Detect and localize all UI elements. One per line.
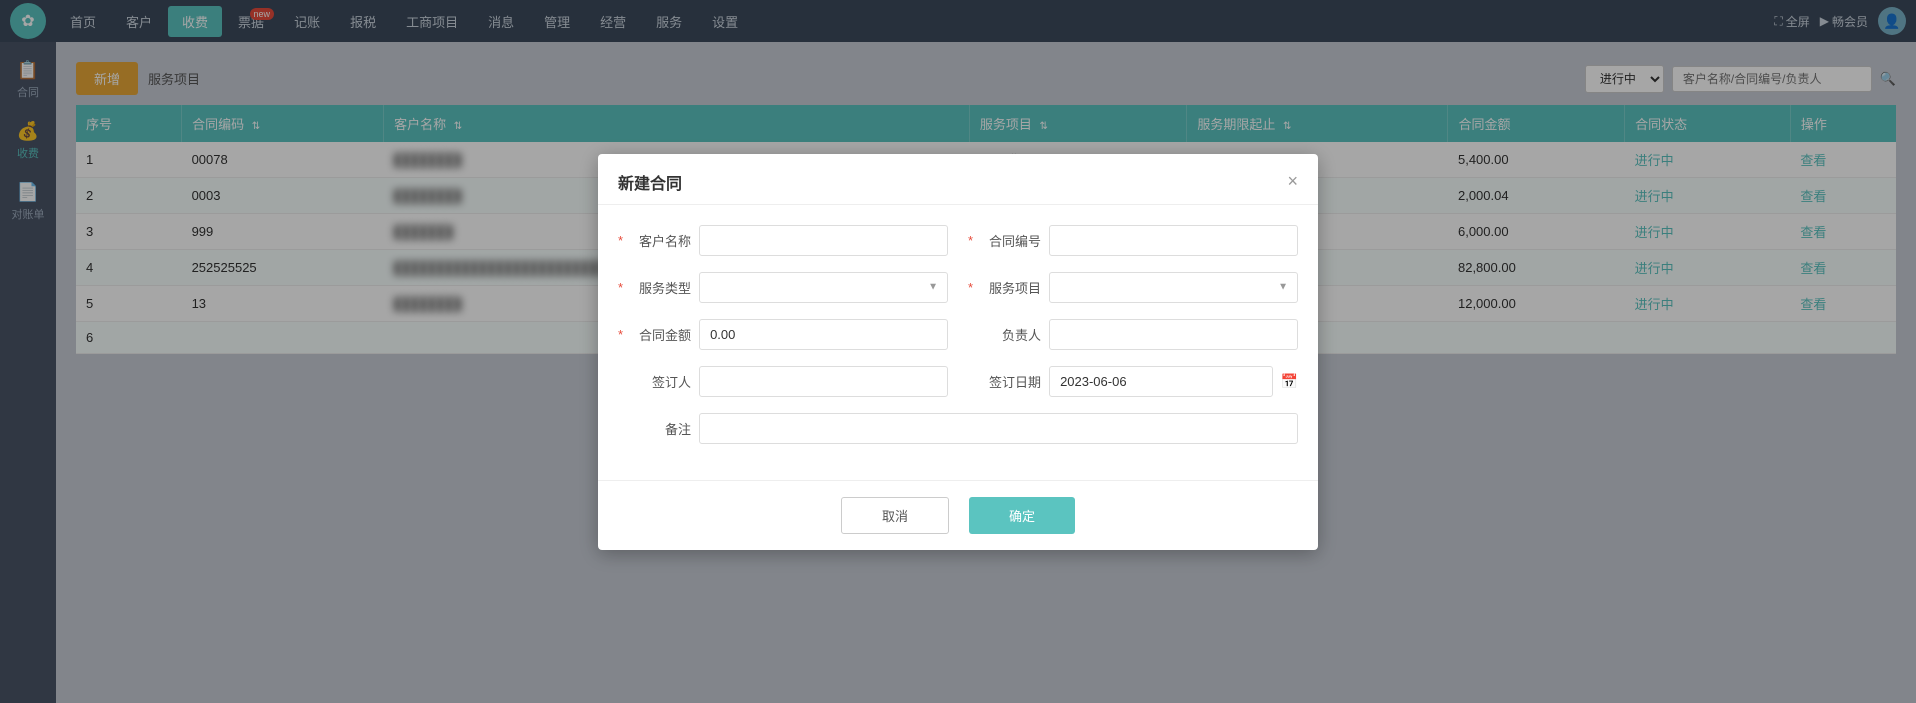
- remark-input[interactable]: [699, 413, 1298, 444]
- required-star-customer: *: [618, 233, 623, 248]
- form-row-4: * 签订人 * 签订日期 📅: [618, 366, 1298, 397]
- service-item-select-wrapper: [1049, 272, 1298, 303]
- required-star-amount: *: [618, 327, 623, 342]
- service-item-label: 服务项目: [981, 278, 1041, 297]
- sign-date-input[interactable]: [1049, 366, 1273, 397]
- form-group-contract-code: * 合同编号: [968, 225, 1298, 256]
- service-type-label: 服务类型: [631, 278, 691, 297]
- modal-close-button[interactable]: ×: [1287, 171, 1298, 192]
- form-group-service-type: * 服务类型: [618, 272, 948, 303]
- customer-name-label: 客户名称: [631, 231, 691, 250]
- signatory-label: 签订人: [631, 372, 691, 391]
- form-row-1: * 客户名称 * 合同编号: [618, 225, 1298, 256]
- spacer-remark: *: [618, 421, 623, 436]
- modal-overlay[interactable]: 新建合同 × * 客户名称 * 合同编号 *: [0, 0, 1916, 703]
- form-row-3: * 合同金额 * 负责人: [618, 319, 1298, 350]
- spacer-date: *: [968, 374, 973, 389]
- form-row-5: * 备注: [618, 413, 1298, 444]
- contract-code-input[interactable]: [1049, 225, 1298, 256]
- modal-footer: 取消 确定: [598, 480, 1318, 550]
- calendar-icon[interactable]: 📅: [1281, 373, 1298, 390]
- responsible-label: 负责人: [981, 325, 1041, 344]
- remark-label: 备注: [631, 419, 691, 438]
- confirm-button[interactable]: 确定: [969, 497, 1075, 534]
- form-row-2: * 服务类型 * 服务项目: [618, 272, 1298, 303]
- service-item-select[interactable]: [1049, 272, 1298, 303]
- spacer-signatory: *: [618, 374, 623, 389]
- contract-code-label: 合同编号: [981, 231, 1041, 250]
- form-group-signatory: * 签订人: [618, 366, 948, 397]
- form-group-sign-date: * 签订日期 📅: [968, 366, 1298, 397]
- customer-name-input[interactable]: [699, 225, 948, 256]
- service-type-select-wrapper: [699, 272, 948, 303]
- spacer-responsible: *: [968, 327, 973, 342]
- required-star-service-item: *: [968, 280, 973, 295]
- contract-amount-input[interactable]: [699, 319, 948, 350]
- form-group-responsible: * 负责人: [968, 319, 1298, 350]
- modal-title: 新建合同: [618, 170, 682, 194]
- signatory-input[interactable]: [699, 366, 948, 397]
- form-group-amount: * 合同金额: [618, 319, 948, 350]
- modal-body: * 客户名称 * 合同编号 * 服务类型: [598, 205, 1318, 480]
- form-group-remark: * 备注: [618, 413, 1298, 444]
- contract-amount-label: 合同金额: [631, 325, 691, 344]
- modal-header: 新建合同 ×: [598, 154, 1318, 205]
- service-type-select[interactable]: [699, 272, 948, 303]
- form-group-customer: * 客户名称: [618, 225, 948, 256]
- sign-date-label: 签订日期: [981, 372, 1041, 391]
- responsible-input[interactable]: [1049, 319, 1298, 350]
- cancel-button[interactable]: 取消: [841, 497, 949, 534]
- required-star-service-type: *: [618, 280, 623, 295]
- required-star-code: *: [968, 233, 973, 248]
- form-group-service-item: * 服务项目: [968, 272, 1298, 303]
- new-contract-modal: 新建合同 × * 客户名称 * 合同编号 *: [598, 154, 1318, 550]
